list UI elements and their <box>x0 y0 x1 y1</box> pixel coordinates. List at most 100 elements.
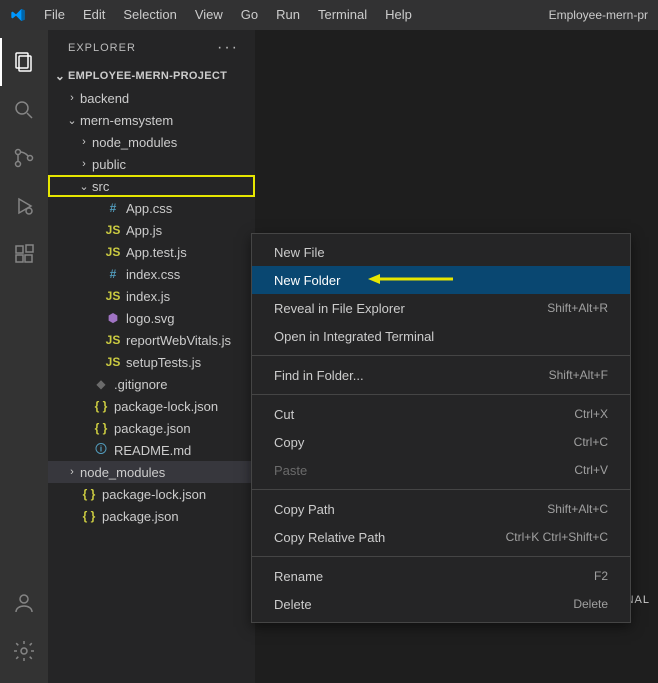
tree-item-label: src <box>92 179 109 194</box>
context-menu-shortcut: Ctrl+K Ctrl+Shift+C <box>506 530 608 544</box>
hash-file-icon: # <box>104 267 122 281</box>
context-menu-label: New Folder <box>274 273 340 288</box>
window-title: Employee-mern-pr <box>549 8 658 22</box>
context-menu-shortcut: Shift+Alt+C <box>547 502 608 516</box>
menu-item-run[interactable]: Run <box>267 0 309 30</box>
titlebar: FileEditSelectionViewGoRunTerminalHelp E… <box>0 0 658 30</box>
context-menu-shortcut: Delete <box>573 597 608 611</box>
context-menu-label: Reveal in File Explorer <box>274 301 405 316</box>
tree-item-label: App.css <box>126 201 172 216</box>
section-header[interactable]: ⌄ EMPLOYEE-MERN-PROJECT <box>48 65 255 87</box>
tree-item-label: package-lock.json <box>102 487 206 502</box>
tree-item[interactable]: ›node_modules <box>48 461 255 483</box>
braces-file-icon: { } <box>80 509 98 523</box>
menu-item-selection[interactable]: Selection <box>114 0 185 30</box>
menu-item-terminal[interactable]: Terminal <box>309 0 376 30</box>
tree-item[interactable]: ›JSApp.test.js <box>48 241 255 263</box>
context-menu-item[interactable]: DeleteDelete <box>252 590 630 618</box>
chevron-down-icon: ⌄ <box>64 114 80 127</box>
tree-item-label: package-lock.json <box>114 399 218 414</box>
context-menu-shortcut: F2 <box>594 569 608 583</box>
context-menu-item[interactable]: Open in Integrated Terminal <box>252 322 630 350</box>
tree-item[interactable]: ›#index.css <box>48 263 255 285</box>
context-menu-label: Rename <box>274 569 323 584</box>
tree-item[interactable]: ›JSsetupTests.js <box>48 351 255 373</box>
context-menu-item[interactable]: Copy Path Shift+Alt+C <box>252 495 630 523</box>
tree-item-label: .gitignore <box>114 377 167 392</box>
chevron-right-icon: › <box>64 466 80 478</box>
context-menu-shortcut: Ctrl+V <box>574 463 608 477</box>
context-menu-item[interactable]: Rename F2 <box>252 562 630 590</box>
context-menu-item[interactable]: New Folder <box>252 266 630 294</box>
js-file-icon: JS <box>104 333 122 347</box>
activity-source-control-icon[interactable] <box>0 134 48 182</box>
tree-item-label: package.json <box>114 421 191 436</box>
more-icon[interactable]: ··· <box>217 40 239 56</box>
tree-item[interactable]: ⌄src <box>48 175 255 197</box>
context-menu-separator <box>252 355 630 356</box>
chevron-right-icon: › <box>76 158 92 170</box>
tree-item[interactable]: ›{ }package-lock.json <box>48 395 255 417</box>
hash-file-icon: # <box>104 201 122 215</box>
tree-item[interactable]: ›🛈README.md <box>48 439 255 461</box>
tree-item[interactable]: ›#App.css <box>48 197 255 219</box>
activity-account-icon[interactable] <box>0 579 48 627</box>
tree-item[interactable]: ›JSindex.js <box>48 285 255 307</box>
sidebar-title: EXPLORER <box>68 42 136 54</box>
context-menu-separator <box>252 556 630 557</box>
menu-bar: FileEditSelectionViewGoRunTerminalHelp <box>35 0 421 30</box>
menu-item-help[interactable]: Help <box>376 0 421 30</box>
braces-file-icon: { } <box>92 399 110 413</box>
braces-file-icon: { } <box>92 421 110 435</box>
section-title: EMPLOYEE-MERN-PROJECT <box>68 70 227 82</box>
activity-run-debug-icon[interactable] <box>0 182 48 230</box>
tree-item-label: public <box>92 157 126 172</box>
tree-item-label: package.json <box>102 509 179 524</box>
tree-item[interactable]: ›{ }package.json <box>48 417 255 439</box>
context-menu-item: PasteCtrl+V <box>252 456 630 484</box>
context-menu-shortcut: Shift+Alt+R <box>547 301 608 315</box>
tree-item[interactable]: ⌄mern-emsystem <box>48 109 255 131</box>
menu-item-edit[interactable]: Edit <box>74 0 114 30</box>
tree-item-label: node_modules <box>92 135 177 150</box>
context-menu-item[interactable]: Find in Folder... Shift+Alt+F <box>252 361 630 389</box>
tree-item[interactable]: ›backend <box>48 87 255 109</box>
context-menu-item[interactable]: CutCtrl+X <box>252 400 630 428</box>
js-file-icon: JS <box>104 289 122 303</box>
context-menu-shortcut: Shift+Alt+F <box>549 368 608 382</box>
context-menu-shortcut: Ctrl+C <box>574 435 608 449</box>
context-menu-item[interactable]: Reveal in File Explorer Shift+Alt+R <box>252 294 630 322</box>
tree-item-label: node_modules <box>80 465 165 480</box>
tree-item[interactable]: ›◆.gitignore <box>48 373 255 395</box>
tree-item-label: index.css <box>126 267 180 282</box>
tree-item[interactable]: ›public <box>48 153 255 175</box>
context-menu-label: Copy Path <box>274 502 335 517</box>
tree-item-label: index.js <box>126 289 170 304</box>
context-menu-separator <box>252 394 630 395</box>
activity-explorer-icon[interactable] <box>0 38 48 86</box>
menu-item-go[interactable]: Go <box>232 0 267 30</box>
js-file-icon: JS <box>104 245 122 259</box>
context-menu-shortcut: Ctrl+X <box>574 407 608 421</box>
menu-item-view[interactable]: View <box>186 0 232 30</box>
context-menu-item[interactable]: Copy Relative PathCtrl+K Ctrl+Shift+C <box>252 523 630 551</box>
activity-bar <box>0 30 48 683</box>
tree-item[interactable]: ›JSApp.js <box>48 219 255 241</box>
tree-item[interactable]: ›⬢logo.svg <box>48 307 255 329</box>
context-menu-item[interactable]: CopyCtrl+C <box>252 428 630 456</box>
file-tree: ›backend⌄mern-emsystem›node_modules›publ… <box>48 87 255 683</box>
tree-item-label: backend <box>80 91 129 106</box>
tree-item[interactable]: ›{ }package.json <box>48 505 255 527</box>
activity-settings-icon[interactable] <box>0 627 48 675</box>
context-menu-item[interactable]: New File <box>252 238 630 266</box>
activity-extensions-icon[interactable] <box>0 230 48 278</box>
tree-item[interactable]: ›JSreportWebVitals.js <box>48 329 255 351</box>
context-menu-label: Open in Integrated Terminal <box>274 329 434 344</box>
context-menu-label: New File <box>274 245 325 260</box>
tree-item-label: README.md <box>114 443 191 458</box>
context-menu-label: Find in Folder... <box>274 368 364 383</box>
menu-item-file[interactable]: File <box>35 0 74 30</box>
tree-item[interactable]: ›node_modules <box>48 131 255 153</box>
tree-item[interactable]: ›{ }package-lock.json <box>48 483 255 505</box>
activity-search-icon[interactable] <box>0 86 48 134</box>
